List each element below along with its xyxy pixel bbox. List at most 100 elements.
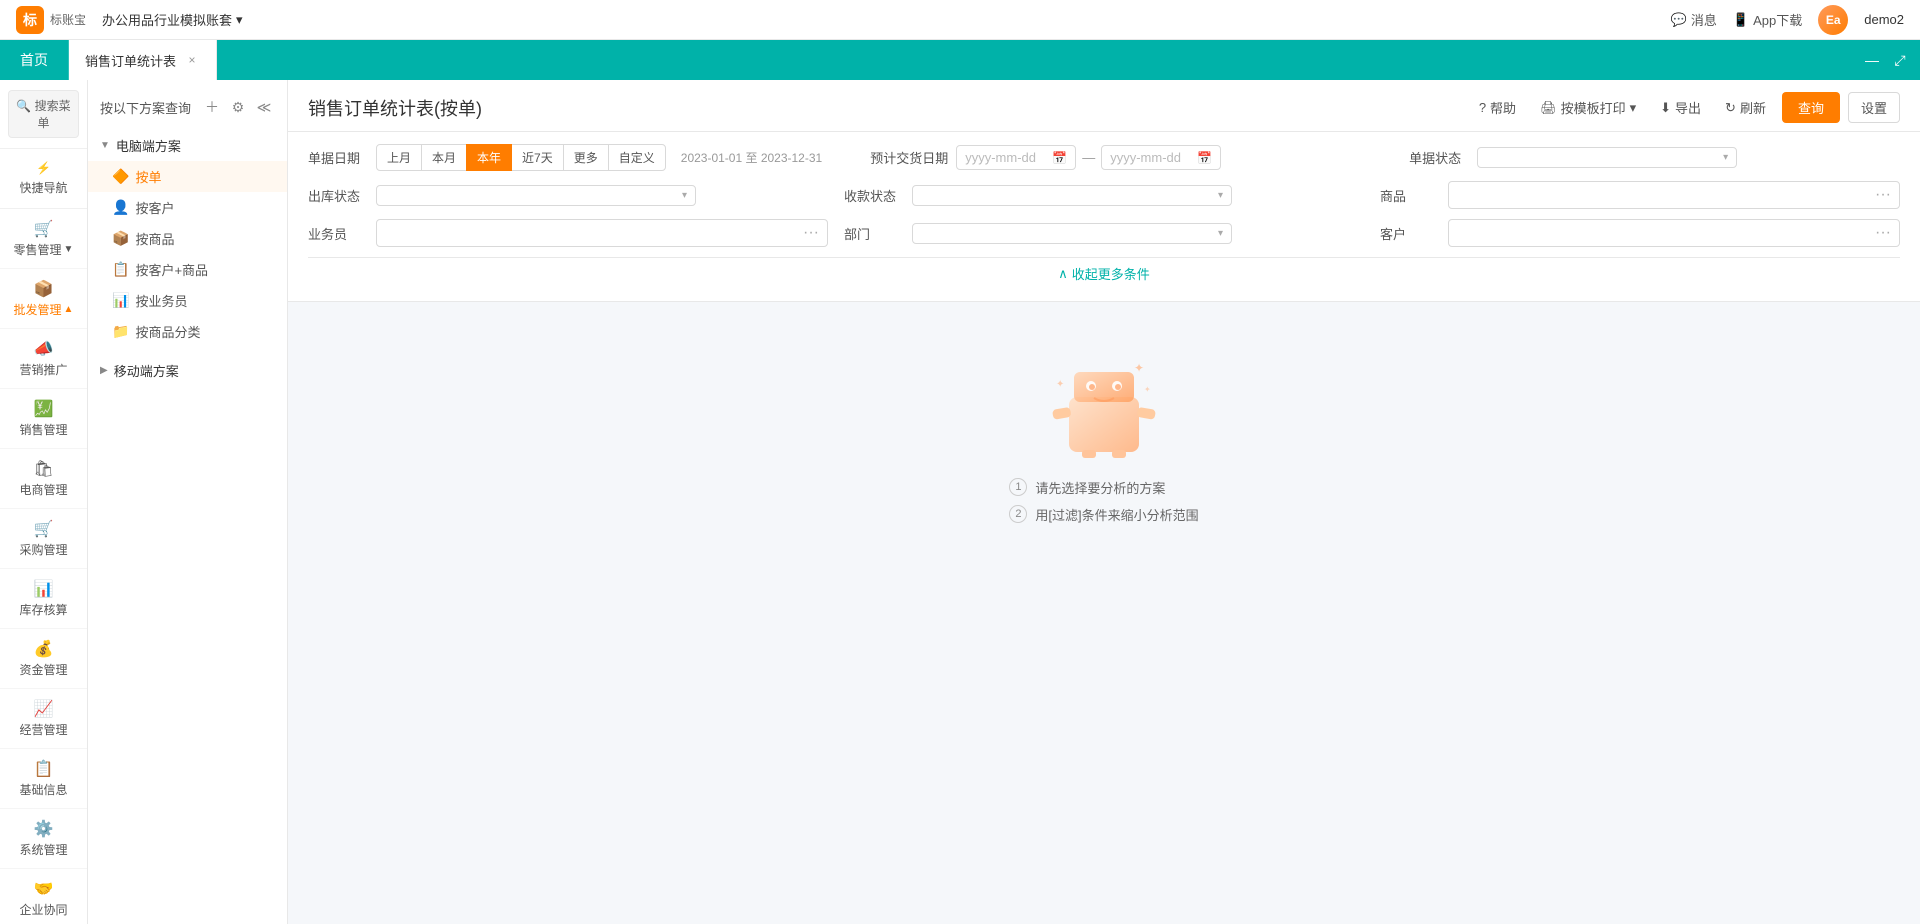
workspace-dropdown-icon: ▾ [236,12,243,28]
inventory-icon: 📊 [34,579,54,599]
mobile-section: ▶ 移动端方案 [88,351,287,390]
sidebar-item-quicknav[interactable]: ⚡ 快捷导航 [0,153,87,204]
template-print-btn[interactable]: 🖨 按模板打印 ▾ [1532,94,1644,121]
filter-salesperson-item: 业务员 ··· [308,219,828,247]
top-bar-left: 标 标账宝 办公用品行业模拟账套 ▾ [16,6,251,34]
salesperson-more-icon[interactable]: ··· [803,224,819,242]
expected-date-label: 预计交货日期 [870,148,948,167]
sidebar-item-inventory[interactable]: 📊 库存核算 [0,569,87,629]
collapse-btn[interactable]: ∧ 收起更多条件 [308,258,1900,289]
sidebar-item-wholesale[interactable]: 📦 批发管理 ▲ [0,269,87,329]
refresh-icon: ↻ [1725,100,1736,116]
refresh-btn[interactable]: ↻ 刷新 [1717,94,1774,121]
by-product-icon: 📦 [112,230,129,247]
export-btn[interactable]: ⬇ 导出 [1652,94,1709,121]
tab-active[interactable]: 销售订单统计表 × [69,40,217,80]
department-select[interactable]: ▾ [912,223,1232,244]
settings-btn-main[interactable]: 设置 [1848,92,1900,123]
date-btn-last-month[interactable]: 上月 [376,144,422,171]
date-btn-more[interactable]: 更多 [563,144,609,171]
sales-icon: 💹 [34,399,54,419]
sidebar-item-retail[interactable]: 🛒 零售管理 ▼ [0,209,87,269]
main-content: 销售订单统计表(按单) ? 帮助 🖨 按模板打印 ▾ ⬇ 导出 [288,80,1920,924]
sidebar-search-btn[interactable]: 🔍 搜索菜单 [8,90,79,138]
date-btn-this-month[interactable]: 本月 [421,144,467,171]
sidebar-item-ecommerce[interactable]: 🛍 电商管理 [0,449,87,509]
payment-status-select[interactable]: ▾ [912,185,1232,206]
message-icon: 💬 [1671,12,1687,28]
mobile-section-header[interactable]: ▶ 移动端方案 [88,355,287,386]
sidebar-item-sales[interactable]: 💹 销售管理 [0,389,87,449]
desktop-section-label: 电脑端方案 [116,136,181,155]
panel-item-label: 按客户 [135,198,174,217]
quicknav-icon: ⚡ [36,161,51,175]
panel-item-by-salesperson[interactable]: 📊 按业务员 [88,285,287,316]
wholesale-icon: 📦 [34,279,54,299]
panel-settings-btn[interactable]: ⚙ [227,96,249,118]
sidebar-item-basic[interactable]: 📋 基础信息 [0,749,87,809]
collapse-icon: ∧ [1058,266,1068,282]
filter-date-item: 单据日期 上月 本月 本年 近7天 更多 自定义 [308,144,665,171]
date-range-text: 2023-01-01 至 2023-12-31 [681,149,822,166]
panel-item-by-product[interactable]: 📦 按商品 [88,223,287,254]
sidebar-item-enterprise[interactable]: 🤝 企业协同 [0,869,87,924]
panel-item-by-category[interactable]: 📁 按商品分类 [88,316,287,347]
avatar: Ea [1818,5,1848,35]
panel-item-by-customer[interactable]: 👤 按客户 [88,192,287,223]
content-body: ✦ ✦ ✦ 1 请先选择要分析的方案 2 用[ [288,302,1920,924]
app-download-action[interactable]: 📱 App下载 [1733,10,1802,29]
sidebar-item-system[interactable]: ⚙️ 系统管理 [0,809,87,869]
product-more-icon[interactable]: ··· [1875,186,1891,204]
expected-date-to[interactable]: yyyy-mm-dd 📅 [1101,145,1221,170]
query-btn[interactable]: 查询 [1782,92,1840,123]
page-header: 销售订单统计表(按单) ? 帮助 🖨 按模板打印 ▾ ⬇ 导出 [288,80,1920,132]
panel-add-btn[interactable]: ＋ [201,96,223,118]
tab-active-label: 销售订单统计表 [85,51,176,70]
filter-payment-status-item: 收款状态 ▾ [844,185,1364,206]
ecommerce-icon: 🛍 [33,459,53,479]
by-category-icon: 📁 [112,323,129,340]
date-btn-last7[interactable]: 近7天 [511,144,564,171]
department-arrow-icon: ▾ [1218,228,1223,239]
by-customer-product-icon: 📋 [112,261,129,278]
panel-item-label: 按客户+商品 [135,260,208,279]
date-btn-this-year[interactable]: 本年 [466,144,512,171]
expected-date-from[interactable]: yyyy-mm-dd 📅 [956,145,1076,170]
customer-input[interactable]: ··· [1448,219,1900,247]
empty-hint-2: 2 用[过滤]条件来缩小分析范围 [1009,505,1198,524]
retail-icon: 🛒 [34,219,54,239]
sidebar-item-purchase[interactable]: 🛒 采购管理 [0,509,87,569]
product-input[interactable]: ··· [1448,181,1900,209]
customer-more-icon[interactable]: ··· [1875,224,1891,242]
filter-area: 单据日期 上月 本月 本年 近7天 更多 自定义 2023-01-01 至 20… [288,132,1920,302]
panel-item-by-order[interactable]: 🔶 按单 [88,161,287,192]
search-icon: 🔍 [16,99,31,113]
collapse-bar: ∧ 收起更多条件 [308,257,1900,289]
delivery-status-select[interactable]: ▾ [376,185,696,206]
panel-item-by-customer-product[interactable]: 📋 按客户+商品 [88,254,287,285]
sidebar-item-marketing[interactable]: 📣 营销推广 [0,329,87,389]
wholesale-arrow-icon: ▲ [64,304,74,315]
message-action[interactable]: 💬 消息 [1671,10,1717,29]
tab-home[interactable]: 首页 [0,40,69,80]
tab-bar: 首页 销售订单统计表 × — ⤢ [0,40,1920,80]
panel-collapse-btn[interactable]: ≪ [253,96,275,118]
tab-maximize-btn[interactable]: ⤢ [1888,48,1912,72]
help-btn[interactable]: ? 帮助 [1471,94,1524,121]
panel-header-actions: ＋ ⚙ ≪ [201,96,275,118]
date-separator: — [1082,150,1095,165]
date-btn-custom[interactable]: 自定义 [608,144,666,171]
svg-text:✦: ✦ [1056,379,1064,390]
salesperson-input[interactable]: ··· [376,219,828,247]
workspace-selector[interactable]: 办公用品行业模拟账套 ▾ [94,6,251,33]
filter-row-1: 单据日期 上月 本月 本年 近7天 更多 自定义 2023-01-01 至 20… [308,144,1900,171]
panel-item-label: 按商品分类 [135,322,200,341]
tab-close-icon[interactable]: × [184,52,200,68]
tab-minimize-btn[interactable]: — [1860,48,1884,72]
bill-status-select[interactable]: ▾ [1477,147,1737,168]
sidebar-item-operations[interactable]: 📈 经营管理 [0,689,87,749]
date-shortcut-group: 上月 本月 本年 近7天 更多 自定义 [376,144,665,171]
sidebar-item-finance[interactable]: 💰 资金管理 [0,629,87,689]
desktop-section-header[interactable]: ▼ 电脑端方案 [88,130,287,161]
panel-item-label: 按单 [135,167,161,186]
